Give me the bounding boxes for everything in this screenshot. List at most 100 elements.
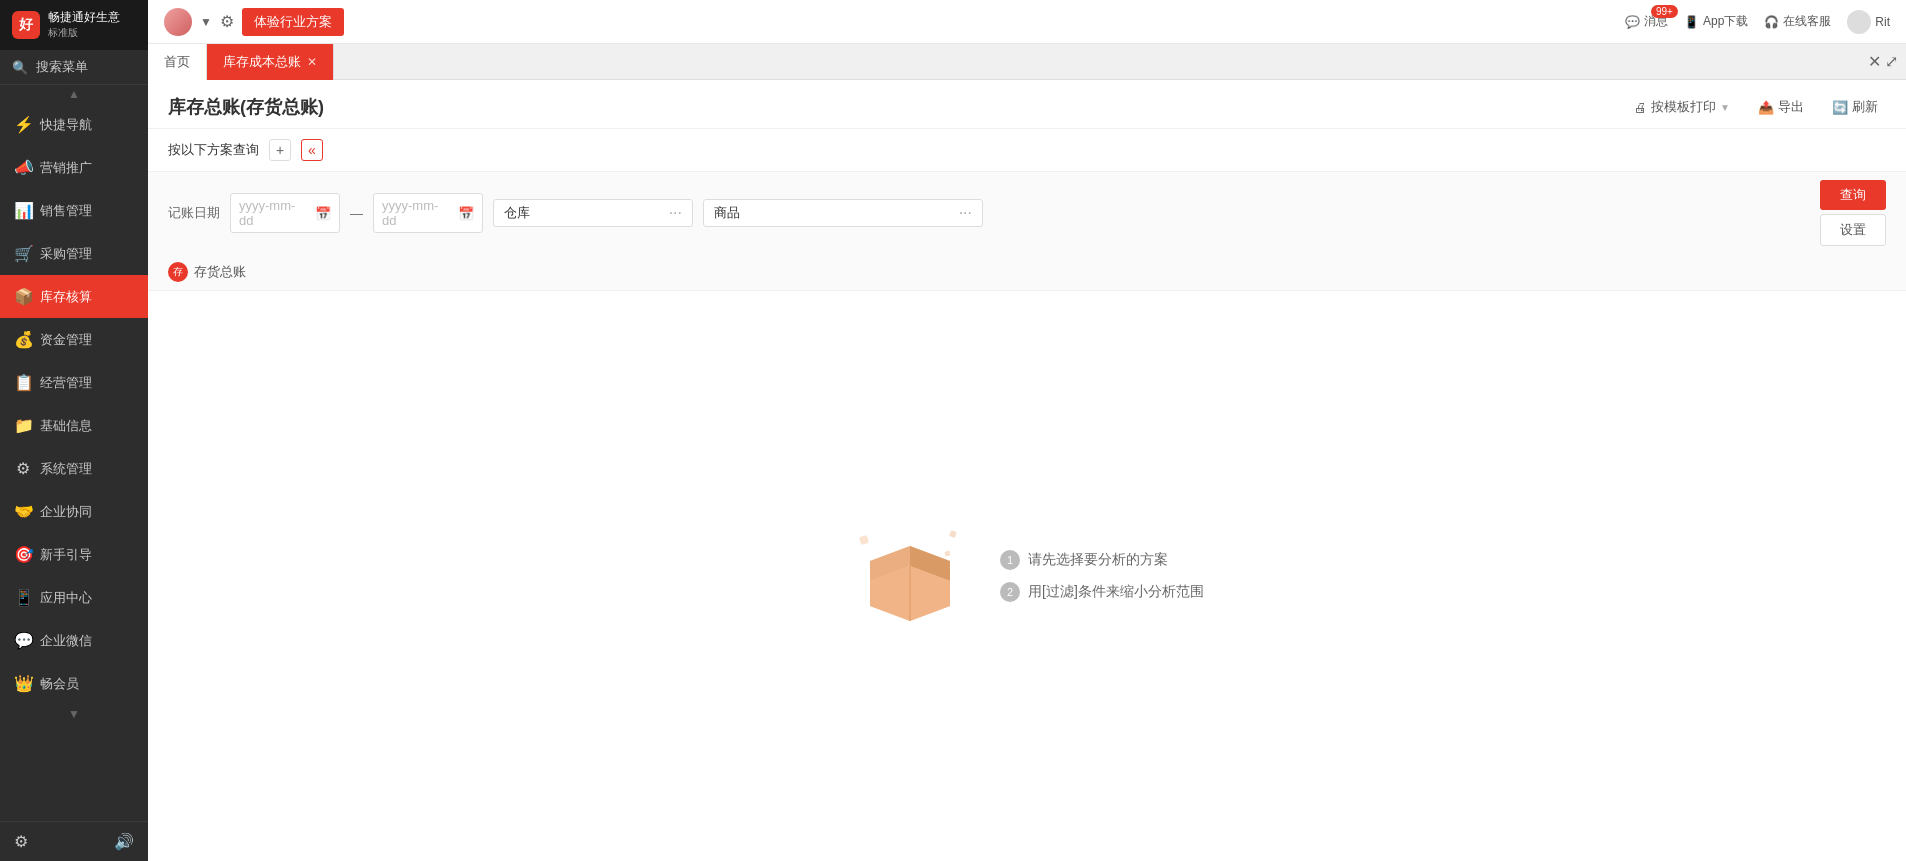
- sidebar-item-newbie[interactable]: 🎯 新手引导: [0, 533, 148, 576]
- search-menu-label: 搜索菜单: [36, 58, 88, 76]
- warehouse-select[interactable]: 仓库 ···: [493, 199, 693, 227]
- tip-text-2: 用[过滤]条件来缩小分析范围: [1028, 583, 1204, 601]
- system-icon: ⚙: [14, 459, 32, 478]
- date-to-input[interactable]: yyyy-mm-dd 📅: [373, 193, 483, 233]
- chevron-down-icon[interactable]: ▼: [200, 15, 212, 29]
- sidebar-item-label: 系统管理: [40, 460, 92, 478]
- message-badge: 99+: [1651, 5, 1678, 18]
- username-label: Rit: [1875, 15, 1890, 29]
- member-icon: 👑: [14, 674, 32, 693]
- sidebar-item-quick-nav[interactable]: ⚡ 快捷导航: [0, 103, 148, 146]
- tab-inventory-cost[interactable]: 库存成本总账 ✕: [207, 44, 334, 80]
- logo-icon: 好: [12, 11, 40, 39]
- online-support-btn[interactable]: 🎧 在线客服: [1764, 13, 1831, 30]
- industry-btn[interactable]: 体验行业方案: [242, 8, 344, 36]
- sidebar-logo: 好 畅捷通好生意 标准版: [0, 0, 148, 50]
- svg-rect-7: [945, 551, 951, 557]
- expand-panel-icon[interactable]: ⤢: [1885, 52, 1898, 71]
- filter-bar: 按以下方案查询 + «: [148, 129, 1906, 172]
- tab-close-icon[interactable]: ✕: [307, 55, 317, 69]
- sidebar-item-operations[interactable]: 📋 经营管理: [0, 361, 148, 404]
- app-download-label: App下载: [1703, 13, 1748, 30]
- sidebar-item-system[interactable]: ⚙ 系统管理: [0, 447, 148, 490]
- print-btn[interactable]: 🖨 按模板打印 ▼: [1626, 94, 1738, 120]
- search-menu[interactable]: 🔍 搜索菜单: [0, 50, 148, 85]
- empty-tip-2: 2 用[过滤]条件来缩小分析范围: [1000, 582, 1204, 602]
- tab-home[interactable]: 首页: [148, 44, 207, 80]
- sidebar-item-inventory[interactable]: 📦 库存核算: [0, 275, 148, 318]
- scheme-icon: 存: [168, 262, 188, 282]
- goods-more-icon[interactable]: ···: [959, 204, 972, 222]
- empty-illustration: [850, 516, 970, 636]
- app-badge: 标准版: [48, 26, 120, 40]
- app-download-btn[interactable]: 📱 App下载: [1684, 13, 1748, 30]
- sidebar-item-enterprise[interactable]: 🤝 企业协同: [0, 490, 148, 533]
- date-label: 记账日期: [168, 204, 220, 222]
- main-content: ▼ ⚙ 体验行业方案 💬 消息 99+ 📱 App下载 🎧 在线客服 Rit: [148, 0, 1906, 861]
- inventory-icon: 📦: [14, 287, 32, 306]
- phone-icon: 📱: [1684, 15, 1699, 29]
- refresh-icon: 🔄: [1832, 100, 1848, 115]
- message-icon: 💬: [1625, 15, 1640, 29]
- sidebar-item-basic-info[interactable]: 📁 基础信息: [0, 404, 148, 447]
- sidebar-item-label: 采购管理: [40, 245, 92, 263]
- speaker-icon[interactable]: 🔊: [114, 832, 134, 851]
- tab-bar: 首页 库存成本总账 ✕ ✕ ⤢: [148, 44, 1906, 80]
- sidebar-item-label: 库存核算: [40, 288, 92, 306]
- search-icon: 🔍: [12, 60, 28, 75]
- sidebar-item-app-center[interactable]: 📱 应用中心: [0, 576, 148, 619]
- sidebar-item-finance[interactable]: 💰 资金管理: [0, 318, 148, 361]
- sidebar-item-purchase[interactable]: 🛒 采购管理: [0, 232, 148, 275]
- date-from-input[interactable]: yyyy-mm-dd 📅: [230, 193, 340, 233]
- sidebar-item-sales[interactable]: 📊 销售管理: [0, 189, 148, 232]
- svg-rect-5: [859, 535, 869, 545]
- refresh-btn[interactable]: 🔄 刷新: [1824, 94, 1886, 120]
- date-to-placeholder: yyyy-mm-dd: [382, 198, 450, 228]
- quick-nav-icon: ⚡: [14, 115, 32, 134]
- message-btn[interactable]: 💬 消息 99+: [1625, 13, 1668, 30]
- calendar-from-icon[interactable]: 📅: [315, 206, 331, 221]
- sidebar-item-member[interactable]: 👑 畅会员: [0, 662, 148, 705]
- sidebar-nav: ▲ ⚡ 快捷导航 📣 营销推广 📊 销售管理 🛒 采购管理 📦 库存核算 💰 资…: [0, 85, 148, 821]
- calendar-to-icon[interactable]: 📅: [458, 206, 474, 221]
- filter-add-btn[interactable]: +: [269, 139, 291, 161]
- date-separator: —: [350, 206, 363, 221]
- avatar: [164, 8, 192, 36]
- user-avatar: [1847, 10, 1871, 34]
- page-header-actions: 🖨 按模板打印 ▼ 📤 导出 🔄 刷新: [1626, 94, 1886, 120]
- scheme-item-inventory[interactable]: 存 存货总账: [168, 262, 246, 282]
- filter-label: 按以下方案查询: [168, 141, 259, 159]
- export-label: 导出: [1778, 98, 1804, 116]
- sidebar-item-wechat[interactable]: 💬 企业微信: [0, 619, 148, 662]
- app-center-icon: 📱: [14, 588, 32, 607]
- scroll-up-indicator: ▲: [0, 85, 148, 103]
- print-dropdown-icon[interactable]: ▼: [1720, 102, 1730, 113]
- close-panel-icon[interactable]: ✕: [1868, 52, 1881, 71]
- inventory-tab-label: 库存成本总账: [223, 53, 301, 71]
- settings-footer-icon[interactable]: ⚙: [14, 832, 28, 851]
- online-support-label: 在线客服: [1783, 13, 1831, 30]
- newbie-icon: 🎯: [14, 545, 32, 564]
- sidebar: 好 畅捷通好生意 标准版 🔍 搜索菜单 ▲ ⚡ 快捷导航 📣 营销推广 📊 销售…: [0, 0, 148, 861]
- goods-select[interactable]: 商品 ···: [703, 199, 983, 227]
- sidebar-item-label: 应用中心: [40, 589, 92, 607]
- warehouse-more-icon[interactable]: ···: [669, 204, 682, 222]
- breadcrumb-area: ▼ ⚙ 体验行业方案: [164, 8, 1613, 36]
- top-header: ▼ ⚙ 体验行业方案 💬 消息 99+ 📱 App下载 🎧 在线客服 Rit: [148, 0, 1906, 44]
- user-profile-btn[interactable]: Rit: [1847, 10, 1890, 34]
- home-tab-label: 首页: [164, 53, 190, 71]
- sidebar-item-label: 营销推广: [40, 159, 92, 177]
- export-btn[interactable]: 📤 导出: [1750, 94, 1812, 120]
- settings-btn[interactable]: 设置: [1820, 214, 1886, 246]
- gear-icon[interactable]: ⚙: [220, 12, 234, 31]
- filter-actions-right: 查询 设置: [1820, 180, 1886, 246]
- page-header: 库存总账(存货总账) 🖨 按模板打印 ▼ 📤 导出 🔄 刷新: [148, 80, 1906, 129]
- empty-tips: 1 请先选择要分析的方案 2 用[过滤]条件来缩小分析范围: [1000, 550, 1204, 602]
- empty-box: 1 请先选择要分析的方案 2 用[过滤]条件来缩小分析范围: [850, 516, 1204, 636]
- refresh-label: 刷新: [1852, 98, 1878, 116]
- filter-collapse-btn[interactable]: «: [301, 139, 323, 161]
- print-icon: 🖨: [1634, 100, 1647, 115]
- sidebar-item-marketing[interactable]: 📣 营销推广: [0, 146, 148, 189]
- empty-tip-1: 1 请先选择要分析的方案: [1000, 550, 1204, 570]
- query-btn[interactable]: 查询: [1820, 180, 1886, 210]
